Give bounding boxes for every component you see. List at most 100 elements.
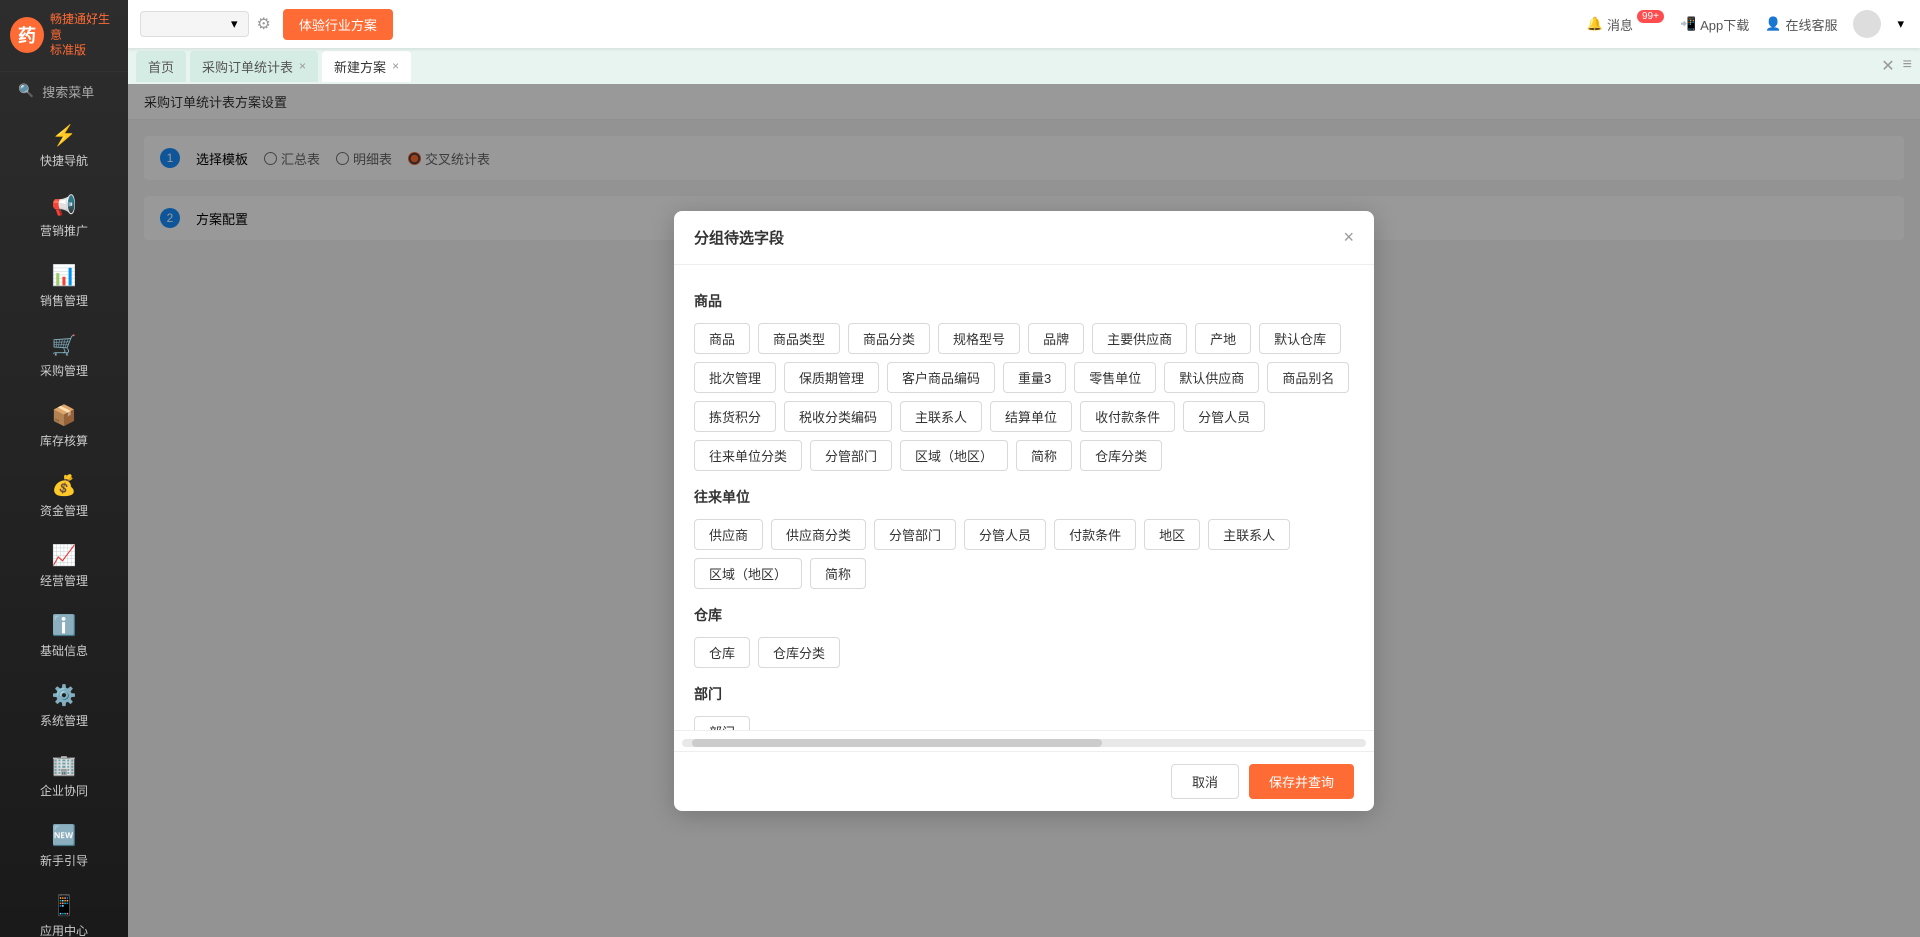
- sidebar-item-label: 营销推广: [40, 222, 88, 239]
- field-chip-pick-points[interactable]: 拣货积分: [694, 401, 776, 432]
- field-chip-short-name[interactable]: 简称: [1016, 440, 1072, 471]
- field-chip-warehouse-category[interactable]: 仓库分类: [1080, 440, 1162, 471]
- field-chip-main-supplier[interactable]: 主要供应商: [1092, 323, 1187, 354]
- search-icon: 🔍: [18, 83, 34, 99]
- field-chip-partner-dept[interactable]: 分管部门: [874, 519, 956, 550]
- dropdown-icon[interactable]: ▾: [231, 16, 238, 32]
- sidebar-item-guide[interactable]: 🆕 新手引导: [0, 811, 128, 881]
- field-chip-batch-mgmt[interactable]: 批次管理: [694, 362, 776, 393]
- field-chip-supplier-category[interactable]: 供应商分类: [771, 519, 866, 550]
- finance-icon: 💰: [52, 473, 77, 498]
- field-chip-main-contact[interactable]: 主联系人: [900, 401, 982, 432]
- modal-header: 分组待选字段 ×: [674, 211, 1374, 265]
- field-chip-retail-unit[interactable]: 零售单位: [1074, 362, 1156, 393]
- field-chip-goods-name[interactable]: 商品: [694, 323, 750, 354]
- sidebar-logo: 药 畅捷通好生意 标准版: [0, 0, 128, 72]
- modal: 分组待选字段 × 商品商品商品类型商品分类规格型号品牌主要供应商产地默认仓库批次…: [674, 211, 1374, 811]
- download-icon: 📲: [1680, 16, 1696, 32]
- sidebar-item-label: 快捷导航: [40, 152, 88, 169]
- field-chip-partner-short[interactable]: 简称: [810, 558, 866, 589]
- close-all-icon[interactable]: ✕: [1881, 56, 1894, 76]
- sidebar-item-label: 应用中心: [40, 922, 88, 937]
- field-grid-warehouse: 仓库仓库分类: [694, 637, 1354, 668]
- tab-home[interactable]: 首页: [136, 51, 186, 82]
- header-right: 🔔 消息 99+ 📲 App下载 👤 在线客服 ▾: [1571, 10, 1920, 38]
- field-chip-expiry-mgmt[interactable]: 保质期管理: [784, 362, 879, 393]
- field-grid-goods: 商品商品类型商品分类规格型号品牌主要供应商产地默认仓库批次管理保质期管理客户商品…: [694, 323, 1354, 471]
- tab-new-plan[interactable]: 新建方案 ×: [322, 51, 411, 82]
- field-chip-partner-area[interactable]: 区域（地区）: [694, 558, 802, 589]
- field-chip-payment-condition[interactable]: 付款条件: [1054, 519, 1136, 550]
- tab-bar-right: ✕ ≡: [1881, 56, 1912, 76]
- field-chip-unit-category[interactable]: 往来单位分类: [694, 440, 802, 471]
- field-chip-goods-type[interactable]: 商品类型: [758, 323, 840, 354]
- field-chip-dept-field[interactable]: 部门: [694, 716, 750, 730]
- modal-close-btn[interactable]: ×: [1343, 227, 1354, 248]
- cancel-button[interactable]: 取消: [1171, 764, 1239, 799]
- sidebar-item-label: 新手引导: [40, 852, 88, 869]
- gear-icon[interactable]: ⚙: [257, 14, 271, 34]
- sidebar-item-label: 系统管理: [40, 712, 88, 729]
- field-chip-wh[interactable]: 仓库: [694, 637, 750, 668]
- field-chip-customer-code[interactable]: 客户商品编码: [887, 362, 995, 393]
- tab-new-plan-close[interactable]: ×: [392, 59, 399, 73]
- tab-purchase-stats[interactable]: 采购订单统计表 ×: [190, 51, 318, 82]
- field-chip-goods-category[interactable]: 商品分类: [848, 323, 930, 354]
- tab-menu-icon[interactable]: ≡: [1903, 56, 1912, 76]
- save-query-button[interactable]: 保存并查询: [1249, 764, 1354, 799]
- search-label: 搜索菜单: [42, 82, 94, 101]
- field-chip-default-warehouse[interactable]: 默认仓库: [1259, 323, 1341, 354]
- sidebar-item-basic[interactable]: ℹ️ 基础信息: [0, 601, 128, 671]
- sidebar-item-inventory[interactable]: 📦 库存核算: [0, 391, 128, 461]
- sidebar-item-purchase[interactable]: 🛒 采购管理: [0, 321, 128, 391]
- field-chip-brand[interactable]: 品牌: [1028, 323, 1084, 354]
- field-chip-payment-terms[interactable]: 收付款条件: [1080, 401, 1175, 432]
- online-service-btn[interactable]: 👤 在线客服: [1765, 15, 1837, 34]
- sidebar: 药 畅捷通好生意 标准版 🔍 搜索菜单 ⚡ 快捷导航 📢 营销推广 📊 销售管理…: [0, 0, 128, 937]
- field-grid-partner: 供应商供应商分类分管部门分管人员付款条件地区主联系人区域（地区） 简称: [694, 519, 1354, 589]
- sidebar-item-marketing[interactable]: 📢 营销推广: [0, 181, 128, 251]
- purchase-icon: 🛒: [52, 333, 77, 358]
- app-download-btn[interactable]: 📲 App下载: [1680, 15, 1749, 34]
- field-chip-tax-code[interactable]: 税收分类编码: [784, 401, 892, 432]
- notice-btn[interactable]: 🔔 消息 99+: [1587, 15, 1664, 34]
- section-title-warehouse: 仓库: [694, 605, 1354, 625]
- sidebar-item-sales[interactable]: 📊 销售管理: [0, 251, 128, 321]
- sidebar-item-enterprise[interactable]: 🏢 企业协同: [0, 741, 128, 811]
- field-chip-spec-type[interactable]: 规格型号: [938, 323, 1020, 354]
- field-chip-goods-alias[interactable]: 商品别名: [1267, 362, 1349, 393]
- field-chip-partner-manager[interactable]: 分管人员: [964, 519, 1046, 550]
- tab-purchase-close[interactable]: ×: [299, 59, 306, 73]
- enterprise-icon: 🏢: [52, 753, 77, 778]
- sidebar-item-quick-nav[interactable]: ⚡ 快捷导航: [0, 111, 128, 181]
- modal-body: 商品商品商品类型商品分类规格型号品牌主要供应商产地默认仓库批次管理保质期管理客户…: [674, 265, 1374, 730]
- field-chip-supplier[interactable]: 供应商: [694, 519, 763, 550]
- field-chip-region[interactable]: 地区: [1144, 519, 1200, 550]
- field-chip-manager[interactable]: 分管人员: [1183, 401, 1265, 432]
- field-chip-weight3[interactable]: 重量3: [1003, 362, 1066, 393]
- field-chip-wh-category[interactable]: 仓库分类: [758, 637, 840, 668]
- field-chip-settlement-unit[interactable]: 结算单位: [990, 401, 1072, 432]
- sidebar-item-label: 基础信息: [40, 642, 88, 659]
- user-menu-icon[interactable]: ▾: [1897, 16, 1904, 32]
- tab-purchase-label: 采购订单统计表: [202, 57, 293, 76]
- breadcrumb-input[interactable]: ▾: [140, 11, 249, 37]
- field-chip-area[interactable]: 区域（地区）: [900, 440, 1008, 471]
- experience-btn[interactable]: 体验行业方案: [283, 9, 393, 40]
- sidebar-item-operation[interactable]: 📈 经营管理: [0, 531, 128, 601]
- field-chip-dept[interactable]: 分管部门: [810, 440, 892, 471]
- field-chip-origin[interactable]: 产地: [1195, 323, 1251, 354]
- sidebar-search[interactable]: 🔍 搜索菜单: [0, 72, 128, 111]
- field-chip-partner-contact[interactable]: 主联系人: [1208, 519, 1290, 550]
- modal-title: 分组待选字段: [694, 227, 784, 248]
- avatar[interactable]: [1853, 10, 1881, 38]
- field-chip-default-supplier[interactable]: 默认供应商: [1164, 362, 1259, 393]
- sidebar-item-system[interactable]: ⚙️ 系统管理: [0, 671, 128, 741]
- search-input[interactable]: [151, 17, 231, 32]
- field-grid-department: 部门: [694, 716, 1354, 730]
- sidebar-item-app-center[interactable]: 📱 应用中心: [0, 881, 128, 937]
- sidebar-item-finance[interactable]: 💰 资金管理: [0, 461, 128, 531]
- inventory-icon: 📦: [52, 403, 77, 428]
- horizontal-scrollbar[interactable]: [682, 739, 1366, 747]
- app-name: 畅捷通好生意 标准版: [50, 12, 118, 59]
